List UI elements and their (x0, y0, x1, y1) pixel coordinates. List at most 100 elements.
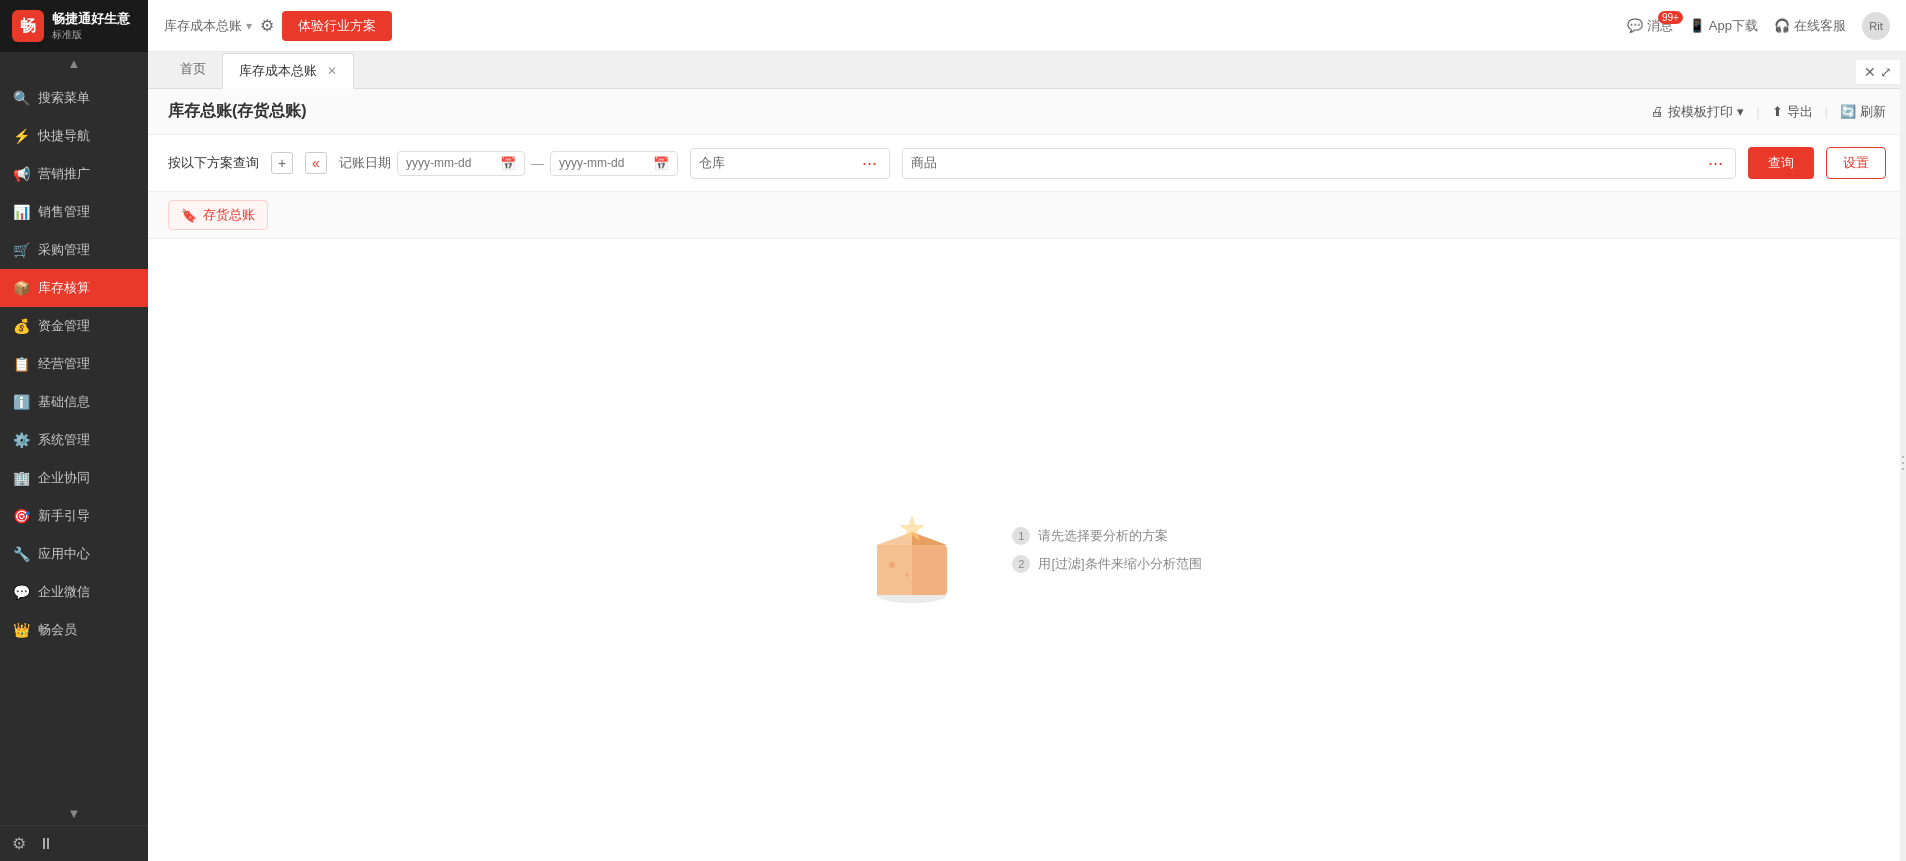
svg-point-6 (889, 562, 895, 568)
filter-collapse-btn[interactable]: « (305, 152, 327, 174)
date-from-field[interactable] (406, 156, 496, 170)
sidebar-item-label: 基础信息 (38, 393, 90, 411)
crown-icon: 👑 (12, 621, 30, 639)
warehouse-more-icon[interactable]: ··· (858, 153, 881, 174)
scroll-up-btn[interactable]: ▲ (0, 52, 148, 75)
sidebar-item-sales[interactable]: 📊 销售管理 (0, 193, 148, 231)
scheme-icon: 🔖 (181, 208, 197, 223)
tab-inventory-label: 库存成本总账 (239, 63, 317, 78)
hint-num-1: 1 (1012, 527, 1030, 545)
lightning-icon: ⚡ (12, 127, 30, 145)
sidebar-item-member[interactable]: 👑 畅会员 (0, 611, 148, 649)
filter-product[interactable]: 商品 ··· (902, 148, 1736, 179)
calendar-icon-to[interactable]: 📅 (653, 156, 669, 171)
sidebar-logo: 畅 畅捷通好生意 标准版 (0, 0, 148, 52)
sidebar-item-label: 经营管理 (38, 355, 90, 373)
app-download-btn[interactable]: 📱 App下载 (1689, 17, 1758, 35)
hint-num-2: 2 (1012, 555, 1030, 573)
sidebar-item-business[interactable]: 📋 经营管理 (0, 345, 148, 383)
export-btn[interactable]: ⬆ 导出 (1772, 103, 1813, 121)
refresh-label: 刷新 (1860, 103, 1886, 121)
online-support-btn[interactable]: 🎧 在线客服 (1774, 17, 1846, 35)
svg-point-7 (905, 573, 909, 577)
topbar: 库存成本总账 ▾ ⚙ 体验行业方案 💬 消息 99+ 📱 App下载 🎧 在线客… (148, 0, 1906, 52)
sidebar-item-finance[interactable]: 💰 资金管理 (0, 307, 148, 345)
sidebar-item-marketing[interactable]: 📢 营销推广 (0, 155, 148, 193)
tools-icon: 🔧 (12, 545, 30, 563)
empty-hint-1: 1 请先选择要分析的方案 (1012, 527, 1201, 545)
product-more-icon[interactable]: ··· (1704, 153, 1727, 174)
online-support-label: 在线客服 (1794, 17, 1846, 35)
tab-inventory-ledger[interactable]: 库存成本总账 ✕ (222, 53, 354, 89)
guide-icon: 🎯 (12, 507, 30, 525)
filter-add-btn[interactable]: + (271, 152, 293, 174)
sidebar-item-label: 搜索菜单 (38, 89, 90, 107)
close-panel-icon[interactable]: ✕ (1864, 64, 1876, 80)
empty-state: 1 请先选择要分析的方案 2 用[过滤]条件来缩小分析范围 (148, 239, 1906, 861)
expand-panel-icon[interactable]: ⤢ (1880, 64, 1892, 80)
page-title: 库存总账(存货总账) (168, 101, 307, 122)
scheme-area: 🔖 存货总账 (148, 192, 1906, 239)
tab-home[interactable]: 首页 (164, 52, 222, 88)
scheme-label: 存货总账 (203, 206, 255, 224)
date-from-input[interactable]: 📅 (397, 151, 525, 176)
sidebar-item-purchase[interactable]: 🛒 采购管理 (0, 231, 148, 269)
message-icon: 💬 (1627, 18, 1643, 33)
sidebar-item-appcenter[interactable]: 🔧 应用中心 (0, 535, 148, 573)
tab-close-icon[interactable]: ✕ (327, 64, 337, 78)
resize-handle[interactable] (1900, 64, 1906, 861)
sidebar-item-newguide[interactable]: 🎯 新手引导 (0, 497, 148, 535)
page-area: 库存总账(存货总账) 🖨 按模板打印 ▾ | ⬆ 导出 | 🔄 刷新 (148, 89, 1906, 861)
settings-footer-icon[interactable]: ⚙ (12, 834, 26, 853)
collapse-footer-icon[interactable]: ⏸ (38, 835, 54, 853)
query-btn[interactable]: 查询 (1748, 147, 1814, 179)
breadcrumb-text: 库存成本总账 (164, 17, 242, 35)
phone-icon: 📱 (1689, 18, 1705, 33)
tabbar: 首页 库存成本总账 ✕ (148, 52, 1906, 89)
gear-icon: ⚙️ (12, 431, 30, 449)
sidebar-item-label: 销售管理 (38, 203, 90, 221)
cart-icon: 🛒 (12, 241, 30, 259)
user-avatar[interactable]: Rit (1862, 12, 1890, 40)
filter-settings-btn[interactable]: 设置 (1826, 147, 1886, 179)
logo-icon: 畅 (12, 10, 44, 42)
sidebar-footer: ⚙ ⏸ (0, 825, 148, 861)
breadcrumb: 库存成本总账 ▾ (164, 17, 252, 35)
divider-2: | (1825, 104, 1828, 119)
filter-warehouse[interactable]: 仓库 ··· (690, 148, 890, 179)
scroll-down-btn[interactable]: ▼ (0, 802, 148, 825)
sidebar-item-search[interactable]: 🔍 搜索菜单 (0, 79, 148, 117)
megaphone-icon: 📢 (12, 165, 30, 183)
sidebar-item-enterprise[interactable]: 🏢 企业协同 (0, 459, 148, 497)
date-to-field[interactable] (559, 156, 649, 170)
sidebar-item-label: 畅会员 (38, 621, 77, 639)
printer-icon: 🖨 (1651, 104, 1664, 119)
sidebar-item-basic[interactable]: ℹ️ 基础信息 (0, 383, 148, 421)
warehouse-label: 仓库 (699, 154, 725, 172)
print-chevron-icon: ▾ (1737, 104, 1744, 119)
scheme-item[interactable]: 🔖 存货总账 (168, 200, 268, 230)
empty-hint-2: 2 用[过滤]条件来缩小分析范围 (1012, 555, 1201, 573)
empty-illustration (852, 490, 972, 610)
sidebar-item-wechat[interactable]: 💬 企业微信 (0, 573, 148, 611)
sidebar-item-label: 资金管理 (38, 317, 90, 335)
topbar-settings-icon[interactable]: ⚙ (260, 16, 274, 35)
sidebar-item-label: 新手引导 (38, 507, 90, 525)
wechat-icon: 💬 (12, 583, 30, 601)
print-btn[interactable]: 🖨 按模板打印 ▾ (1651, 103, 1744, 121)
headset-icon: 🎧 (1774, 18, 1790, 33)
sidebar-item-inventory[interactable]: 📦 库存核算 (0, 269, 148, 307)
refresh-btn[interactable]: 🔄 刷新 (1840, 103, 1886, 121)
sidebar-item-system[interactable]: ⚙️ 系统管理 (0, 421, 148, 459)
sidebar-nav: 🔍 搜索菜单 ⚡ 快捷导航 📢 营销推广 📊 销售管理 🛒 采购管理 📦 库存核… (0, 75, 148, 802)
breadcrumb-chevron-icon[interactable]: ▾ (246, 19, 252, 33)
date-to-input[interactable]: 📅 (550, 151, 678, 176)
calendar-icon-from[interactable]: 📅 (500, 156, 516, 171)
sidebar-item-shortcut[interactable]: ⚡ 快捷导航 (0, 117, 148, 155)
app-download-label: App下载 (1709, 17, 1758, 35)
divider-1: | (1756, 104, 1759, 119)
message-btn[interactable]: 💬 消息 99+ (1627, 17, 1673, 35)
date-label: 记账日期 (339, 154, 391, 172)
industry-btn[interactable]: 体验行业方案 (282, 11, 392, 41)
svg-rect-4 (877, 545, 912, 595)
